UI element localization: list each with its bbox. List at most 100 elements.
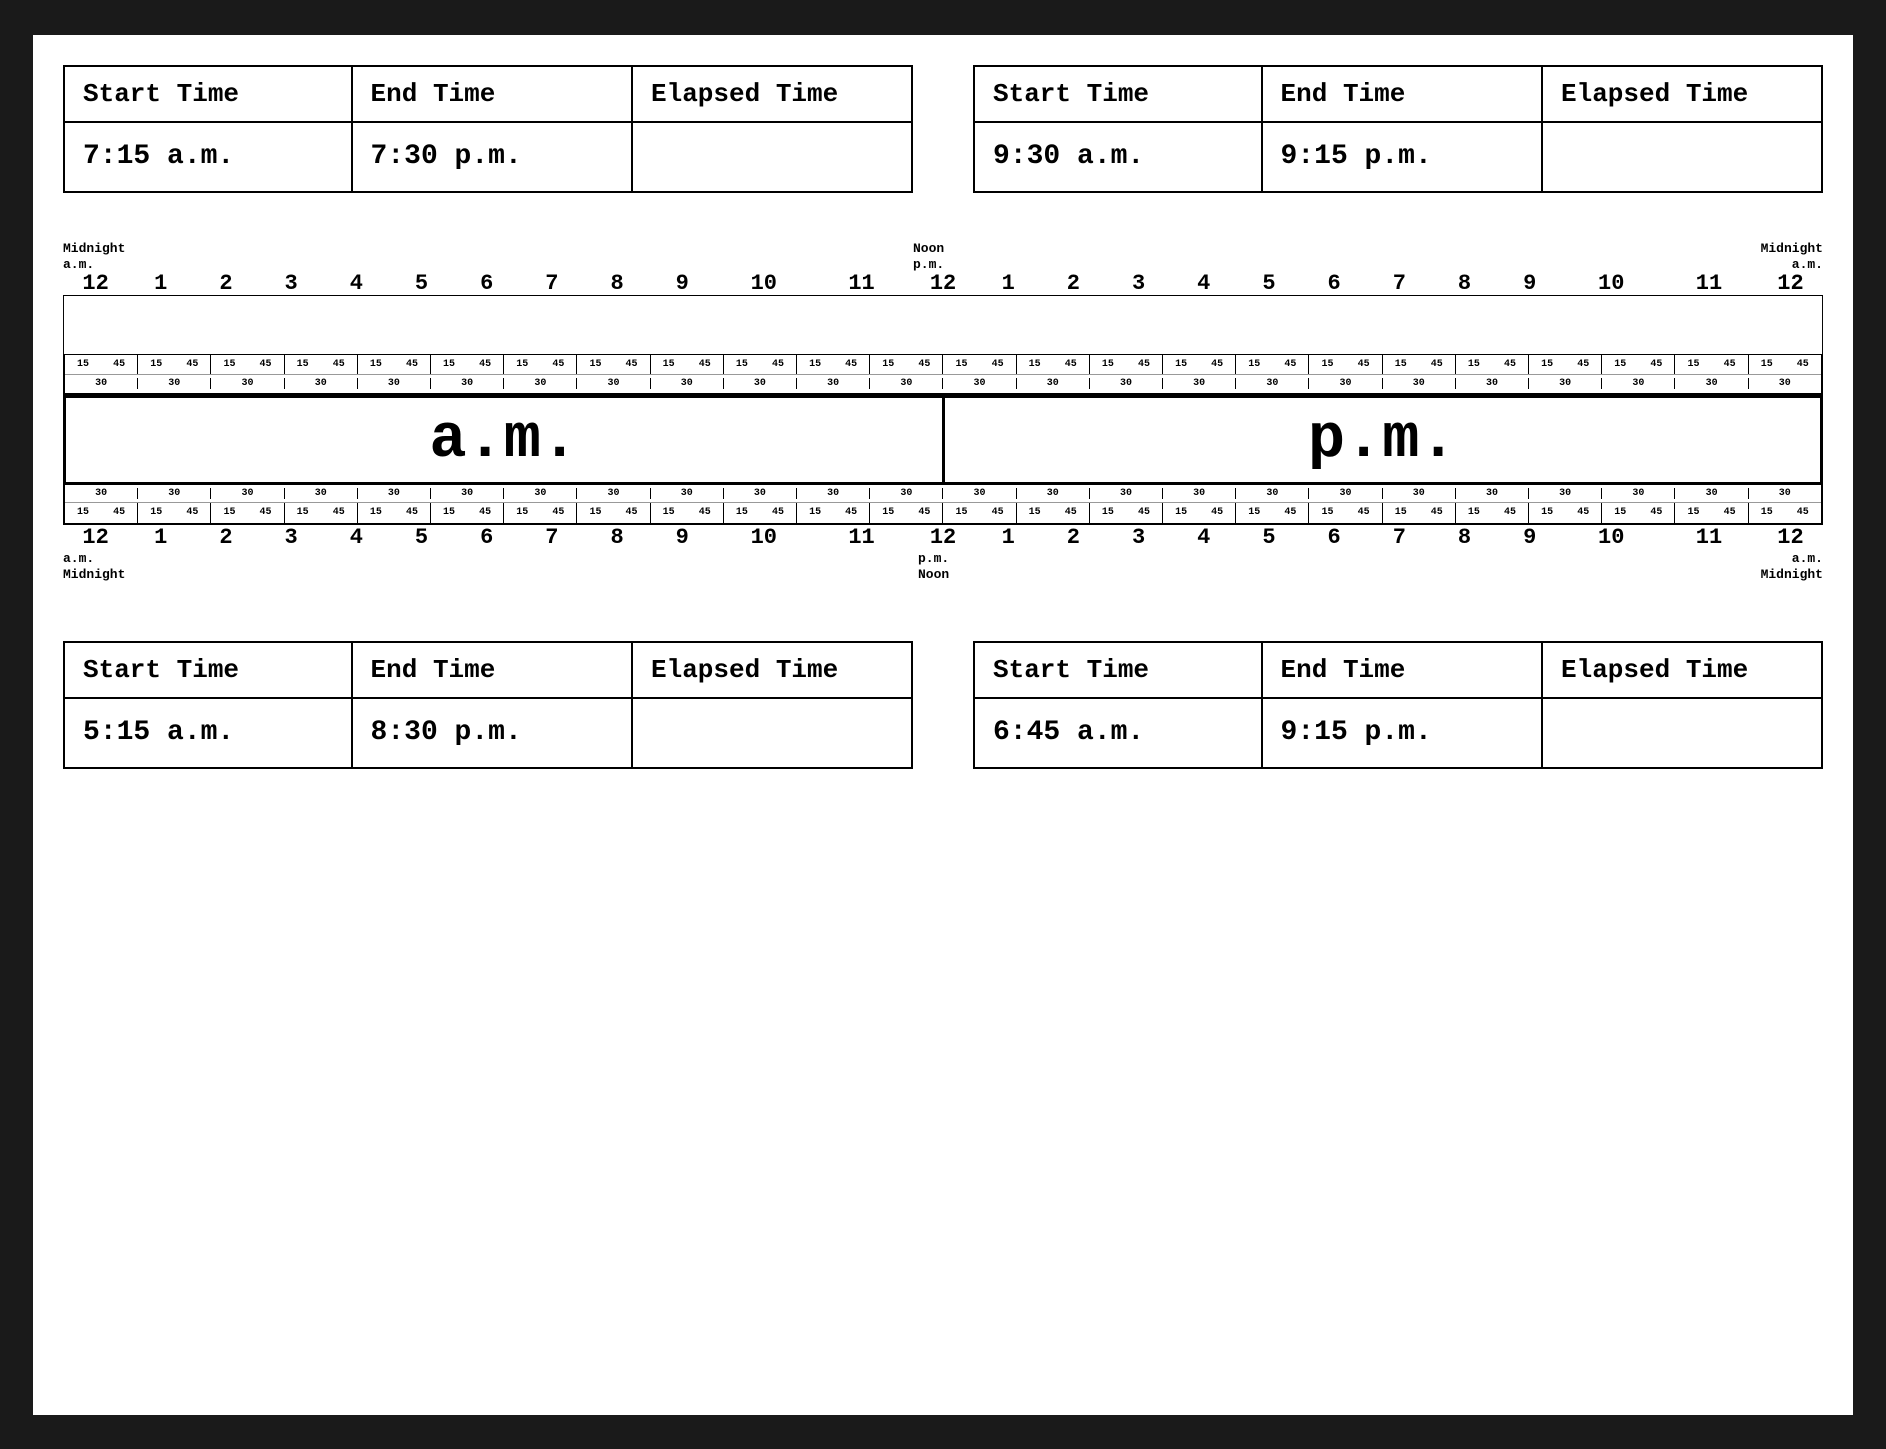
bottom-ruler: 30 30 30 30 30 30 30 30 30 30 30 30 30 3… (63, 485, 1823, 525)
tick-seg: 1545 (431, 355, 504, 374)
tick-seg: 1545 (1456, 355, 1529, 374)
bottom-tick-row-2: 1545 1545 1545 1545 1545 1545 1545 1545 … (65, 503, 1821, 523)
bottom-right-header-start: Start Time (974, 642, 1262, 698)
bottom-tables-row: Start Time End Time Elapsed Time 5:15 a.… (63, 641, 1823, 769)
num-2-am: 2 (193, 273, 258, 295)
top-ruler: 1545 1545 1545 1545 1545 1545 1545 1545 … (63, 353, 1823, 395)
tick-seg: 1545 (651, 355, 724, 374)
bot-num-3-pm: 3 (1106, 527, 1171, 549)
bot-num-6-am: 6 (454, 527, 519, 549)
timeline: Midnight a.m. Noon p.m. Midnight a.m. 12… (63, 223, 1823, 621)
bot-num-12-noon: 12 (910, 527, 975, 549)
tick-seg: 1545 (1017, 355, 1090, 374)
bot-num-9-pm: 9 (1497, 527, 1562, 549)
bottom-labels: a.m. Midnight p.m. Noon a.m. Midnight (63, 551, 1823, 621)
am-section: a.m. (66, 398, 945, 482)
top-number-row: 12 1 2 3 4 5 6 7 8 9 10 11 12 1 2 3 4 5 … (63, 273, 1823, 295)
tick-seg: 1545 (870, 355, 943, 374)
num-5-pm: 5 (1236, 273, 1301, 295)
bot-num-5-pm: 5 (1236, 527, 1301, 549)
bottom-left-start-val: 5:15 a.m. (64, 698, 352, 768)
num-1-am: 1 (128, 273, 193, 295)
bot-num-12-end: 12 (1758, 527, 1823, 549)
num-9-am: 9 (650, 273, 715, 295)
num-2-pm: 2 (1041, 273, 1106, 295)
top-left-table: Start Time End Time Elapsed Time 7:15 a.… (63, 65, 913, 193)
tick-seg: 1545 (285, 355, 358, 374)
tick-seg: 1545 (797, 355, 870, 374)
bottom-left-elapsed-val (632, 698, 912, 768)
num-4-am: 4 (324, 273, 389, 295)
tick-seg: 1545 (1675, 355, 1748, 374)
num-4-pm: 4 (1171, 273, 1236, 295)
tick-seg: 1545 (1602, 355, 1675, 374)
bot-num-3-am: 3 (259, 527, 324, 549)
midnight-label-right-top: Midnight a.m. (1761, 241, 1823, 272)
num-6-pm: 6 (1302, 273, 1367, 295)
tick-seg: 1545 (138, 355, 211, 374)
tick-seg: 1545 (1236, 355, 1309, 374)
num-11-pm: 11 (1660, 273, 1758, 295)
num-10-pm: 10 (1562, 273, 1660, 295)
bot-num-7-am: 7 (519, 527, 584, 549)
bot-num-5-am: 5 (389, 527, 454, 549)
num-3-pm: 3 (1106, 273, 1171, 295)
bot-num-6-pm: 6 (1302, 527, 1367, 549)
top-ruler-svg: // This will be done via inline marks (63, 295, 1823, 355)
num-1-pm: 1 (976, 273, 1041, 295)
top-left-start-val: 7:15 a.m. (64, 122, 352, 192)
noon-label-top: Noon p.m. (913, 241, 944, 272)
num-10-am: 10 (715, 273, 813, 295)
num-6-am: 6 (454, 273, 519, 295)
top-tick-row-2: 30 30 30 30 30 30 30 30 30 30 30 30 30 3… (65, 375, 1821, 393)
tick-seg: 1545 (1163, 355, 1236, 374)
tick-seg: 1545 (504, 355, 577, 374)
bot-num-2-am: 2 (193, 527, 258, 549)
tick-seg: 1545 (1309, 355, 1382, 374)
top-right-header-elapsed: Elapsed Time (1542, 66, 1822, 122)
bot-num-11-pm: 11 (1660, 527, 1758, 549)
tick-seg: 1545 (1090, 355, 1163, 374)
bottom-left-end-val: 8:30 p.m. (352, 698, 632, 768)
top-left-header-end: End Time (352, 66, 632, 122)
bot-num-2-pm: 2 (1041, 527, 1106, 549)
tick-seg: 1545 (1383, 355, 1456, 374)
tick-seg: 1545 (211, 355, 284, 374)
num-12-noon: 12 (910, 273, 975, 295)
bot-num-12-am: 12 (63, 527, 128, 549)
num-8-am: 8 (585, 273, 650, 295)
bot-num-9-am: 9 (650, 527, 715, 549)
bot-num-1-am: 1 (128, 527, 193, 549)
bottom-right-end-val: 9:15 p.m. (1262, 698, 1542, 768)
top-left-header-start: Start Time (64, 66, 352, 122)
bottom-number-row: 12 1 2 3 4 5 6 7 8 9 10 11 12 1 2 3 4 5 … (63, 527, 1823, 549)
bottom-left-header-end: End Time (352, 642, 632, 698)
num-7-am: 7 (519, 273, 584, 295)
num-5-am: 5 (389, 273, 454, 295)
ampm-band: a.m. p.m. (63, 395, 1823, 485)
bottom-midnight-label-left: a.m. Midnight (63, 551, 125, 585)
tick-seg: 1545 (358, 355, 431, 374)
top-right-header-start: Start Time (974, 66, 1262, 122)
bot-num-1-pm: 1 (976, 527, 1041, 549)
top-left-end-val: 7:30 p.m. (352, 122, 632, 192)
tick-seg: 1545 (724, 355, 797, 374)
top-right-header-end: End Time (1262, 66, 1542, 122)
num-11-am: 11 (813, 273, 911, 295)
num-12-am: 12 (63, 273, 128, 295)
bottom-left-table: Start Time End Time Elapsed Time 5:15 a.… (63, 641, 913, 769)
bot-num-8-pm: 8 (1432, 527, 1497, 549)
bottom-right-elapsed-val (1542, 698, 1822, 768)
page: Start Time End Time Elapsed Time 7:15 a.… (33, 35, 1853, 1415)
bottom-right-start-val: 6:45 a.m. (974, 698, 1262, 768)
num-12-end: 12 (1758, 273, 1823, 295)
top-tick-row-1: 1545 1545 1545 1545 1545 1545 1545 1545 … (65, 355, 1821, 375)
pm-section: p.m. (945, 398, 1821, 482)
top-right-start-val: 9:30 a.m. (974, 122, 1262, 192)
top-tables-row: Start Time End Time Elapsed Time 7:15 a.… (63, 65, 1823, 193)
bottom-left-header-start: Start Time (64, 642, 352, 698)
tick-seg: 1545 (1749, 355, 1821, 374)
bottom-right-header-end: End Time (1262, 642, 1542, 698)
bot-num-10-pm: 10 (1562, 527, 1660, 549)
tick-seg: 1545 (943, 355, 1016, 374)
